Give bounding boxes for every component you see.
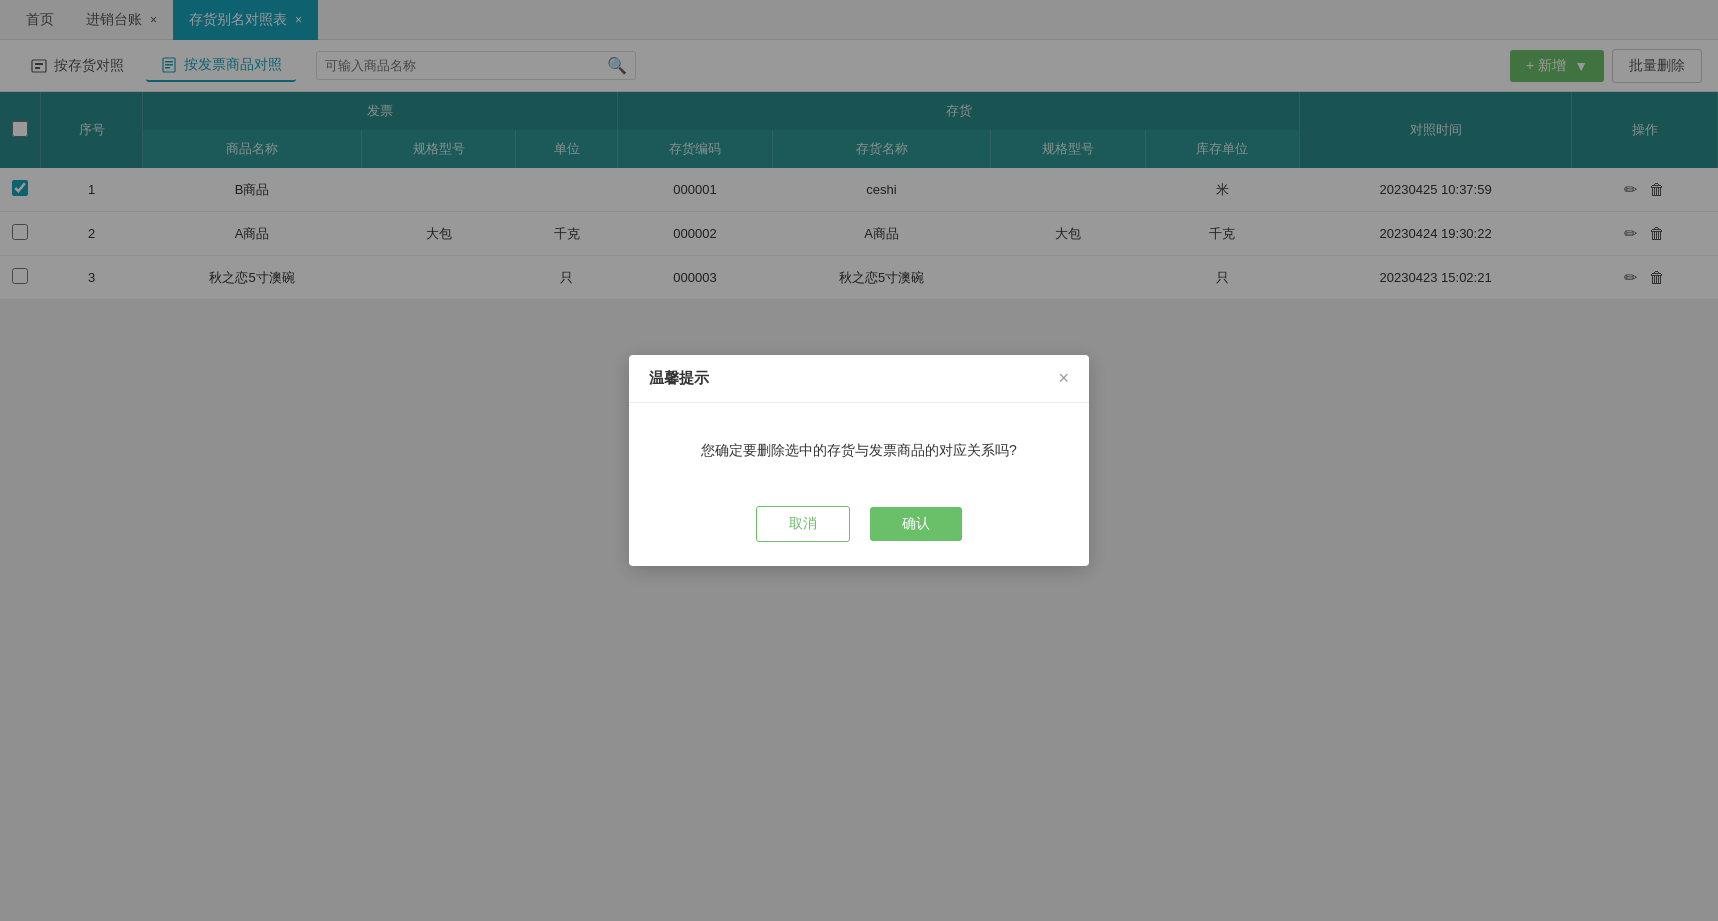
dialog-overlay: 温馨提示 × 您确定要删除选中的存货与发票商品的对应关系吗? 取消 确认 (0, 0, 1718, 300)
